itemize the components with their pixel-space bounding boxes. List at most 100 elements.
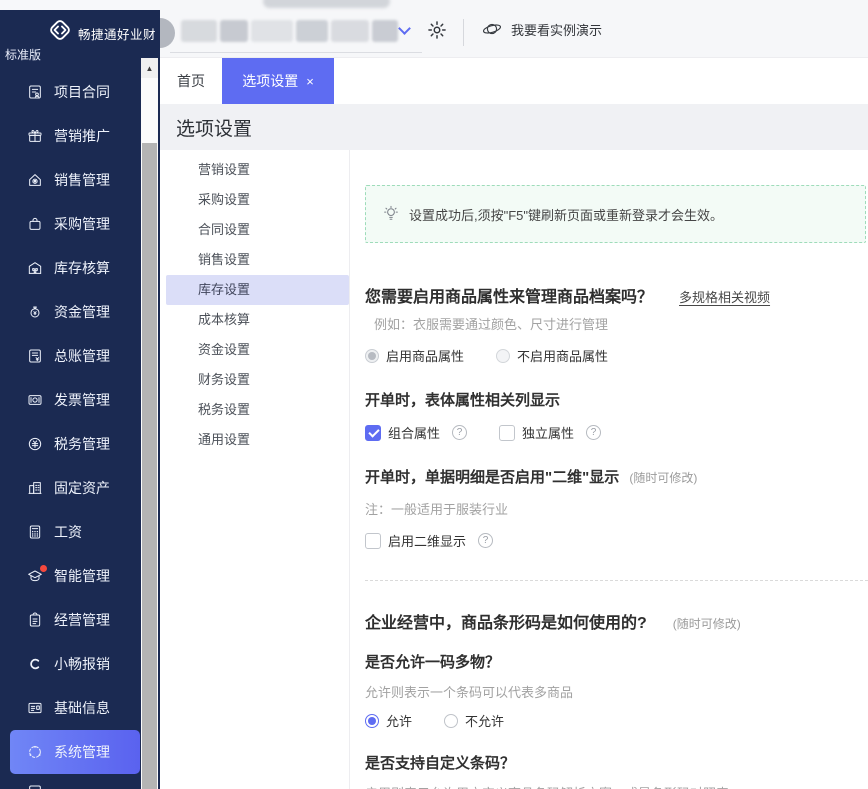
sidebar-item-fixed-assets[interactable]: 固定资产 [0,466,140,510]
app-window: 畅捷通好业财 标准版 项目合同 营销推广 销售管理 采购管理 库存核算 资金管理… [0,0,868,789]
account-selector[interactable] [181,20,398,42]
money-pouch-icon [30,306,40,318]
sidebar-item-operations-management[interactable]: 经营管理 [0,598,140,642]
radio-label: 允许 [386,714,413,729]
tax-icon [28,437,42,451]
barcode-heading: 企业经营中，商品条形码是如何使用的? [365,615,647,632]
warehouse-icon [28,262,42,274]
section-divider [365,580,868,581]
sidebar-item-label: 工资 [54,524,82,540]
checkbox-enable-2d-display[interactable]: 启用二维显示 ? [365,531,494,550]
invoice-icon [28,395,42,405]
gear-icon [428,21,446,39]
brand-block: 畅捷通好业财 标准版 [0,10,160,68]
barcode-q1-title: 是否允许一码多物？ [365,654,501,671]
title-bar: 选项设置 [160,104,868,150]
settings-nav-marketing[interactable]: 营销设置 [166,155,349,185]
id-card-icon [28,702,42,714]
twodim-title: 开单时，单据明细是否启用"二维"显示 [365,469,620,486]
gift-icon [28,129,42,142]
radio-dot [365,713,379,728]
radio-allow-multi-item[interactable]: 允许 [365,711,412,730]
checkbox-independent-attributes[interactable]: 独立属性 ? [499,423,602,442]
settings-nav-finance[interactable]: 财务设置 [166,365,349,395]
sidebar-item-invoice-management[interactable]: 发票管理 [0,378,140,422]
attr-hint: 例如：衣服需要通过颜色、尺寸进行管理 [374,317,609,332]
video-link[interactable]: 多规格相关视频 [679,287,770,306]
sidebar-item-payroll[interactable]: 工资 [0,510,140,554]
tab-label: 选项设置 [242,73,299,89]
attr-radio-row: 启用商品属性 不启用商品属性 [365,346,868,365]
twodim-title-row: 开单时，单据明细是否启用"二维"显示 (随时可修改) [365,466,868,487]
sidebar-item-tax-management[interactable]: 税务管理 [0,422,140,466]
top-strip [0,0,160,10]
tab-options-settings[interactable]: 选项设置 × [222,58,334,104]
sidebar-item-label: 基础信息 [54,700,110,716]
unknown-icon [29,785,41,789]
attr-question-row: 您需要启用商品属性来管理商品档案吗？ 多规格相关视频 [365,283,868,307]
twodim-checkbox-row: 启用二维显示 ? [365,531,868,550]
checkbox-box [365,424,381,441]
redacted-blob [263,0,390,8]
main-area: 我要看实例演示 首页 选项设置 × 选项设置 营销设置 采购设置 合同设置 销售… [160,0,868,789]
sidebar-item-smart-management[interactable]: 智能管理 [0,554,140,598]
sidebar-item-sales-management[interactable]: 销售管理 [0,158,140,202]
sidebar-item-marketing-promotion[interactable]: 营销推广 [0,114,140,158]
checkbox-combined-attributes[interactable]: 组合属性 ? [365,423,468,442]
radio-dot [444,713,459,728]
sidebar-item-label: 固定资产 [54,480,110,496]
sidebar-item-label: 总账管理 [54,348,110,364]
sidebar-item-label: 资金管理 [54,304,110,320]
sidebar-item-purchase-management[interactable]: 采购管理 [0,202,140,246]
help-icon[interactable]: ? [586,425,602,440]
settings-nav-sales[interactable]: 销售设置 [166,245,349,275]
settings-nav-cost-accounting[interactable]: 成本核算 [166,305,349,335]
barcode-q1-radio-row: 允许 不允许 [365,711,868,730]
nav-divider [349,150,350,789]
settings-nav-purchase[interactable]: 采购设置 [166,185,349,215]
help-icon[interactable]: ? [452,425,468,440]
settings-nav-inventory[interactable]: 库存设置 [166,275,349,305]
columns-title: 开单时，表体属性相关列显示 [365,392,561,409]
close-icon[interactable]: × [306,75,314,88]
sidebar-item-partial[interactable] [0,774,140,789]
sidebar-item-general-ledger[interactable]: 总账管理 [0,334,140,378]
inventory-settings-panel: 设置成功后,须按"F5"键刷新页面或重新登录才会生效。 您需要启用商品属性来管理… [365,150,868,789]
scroll-up-button[interactable]: ▲ [141,58,158,78]
settings-nav-contract[interactable]: 合同设置 [166,215,349,245]
account-avatar[interactable] [160,18,175,48]
checkbox-label: 独立属性 [522,426,575,441]
sidebar-item-funds-management[interactable]: 资金管理 [0,290,140,334]
settings-nav-general[interactable]: 通用设置 [166,425,349,455]
clipboard-icon [29,612,41,627]
radio-disable-attributes[interactable]: 不启用商品属性 [496,346,608,365]
barcode-heading-row: 企业经营中，商品条形码是如何使用的? (随时可修改) [365,609,868,633]
chevron-down-icon[interactable] [398,22,411,35]
sidebar-menu: 项目合同 营销推广 销售管理 采购管理 库存核算 资金管理 总账管理 发票管理 … [0,70,140,789]
radio-dot [496,348,511,363]
sidebar-scrollbar[interactable]: ▲ [141,58,158,789]
attr-question: 您需要启用商品属性来管理商品档案吗？ [365,289,654,306]
sidebar-item-inventory-accounting[interactable]: 库存核算 [0,246,140,290]
header-divider [463,19,464,46]
checkbox-box [499,424,516,441]
planet-icon [482,23,502,35]
reimburse-icon [30,658,40,670]
top-header: 我要看实例演示 [160,0,868,58]
sidebar-item-project-contract[interactable]: 项目合同 [0,70,140,114]
scrollbar-thumb[interactable] [142,143,157,789]
banner-text: 设置成功后,须按"F5"键刷新页面或重新登录才会生效。 [409,207,724,223]
help-icon[interactable]: ? [478,533,494,548]
settings-gear-button[interactable] [426,19,448,41]
settings-nav-funds[interactable]: 资金设置 [166,335,349,365]
modifiable-badge: (随时可修改) [629,471,698,485]
tab-home[interactable]: 首页 [160,58,222,104]
sidebar-item-xiaochang-reimbursement[interactable]: 小畅报销 [0,642,140,686]
radio-disallow-multi-item[interactable]: 不允许 [444,711,504,730]
sidebar-item-system-management[interactable]: 系统管理 [10,730,140,774]
lightbulb-icon [384,205,398,220]
settings-nav-tax[interactable]: 税务设置 [166,395,349,425]
radio-enable-attributes[interactable]: 启用商品属性 [365,346,464,365]
demo-link[interactable]: 我要看实例演示 [480,0,602,57]
sidebar-item-basic-information[interactable]: 基础信息 [0,686,140,730]
